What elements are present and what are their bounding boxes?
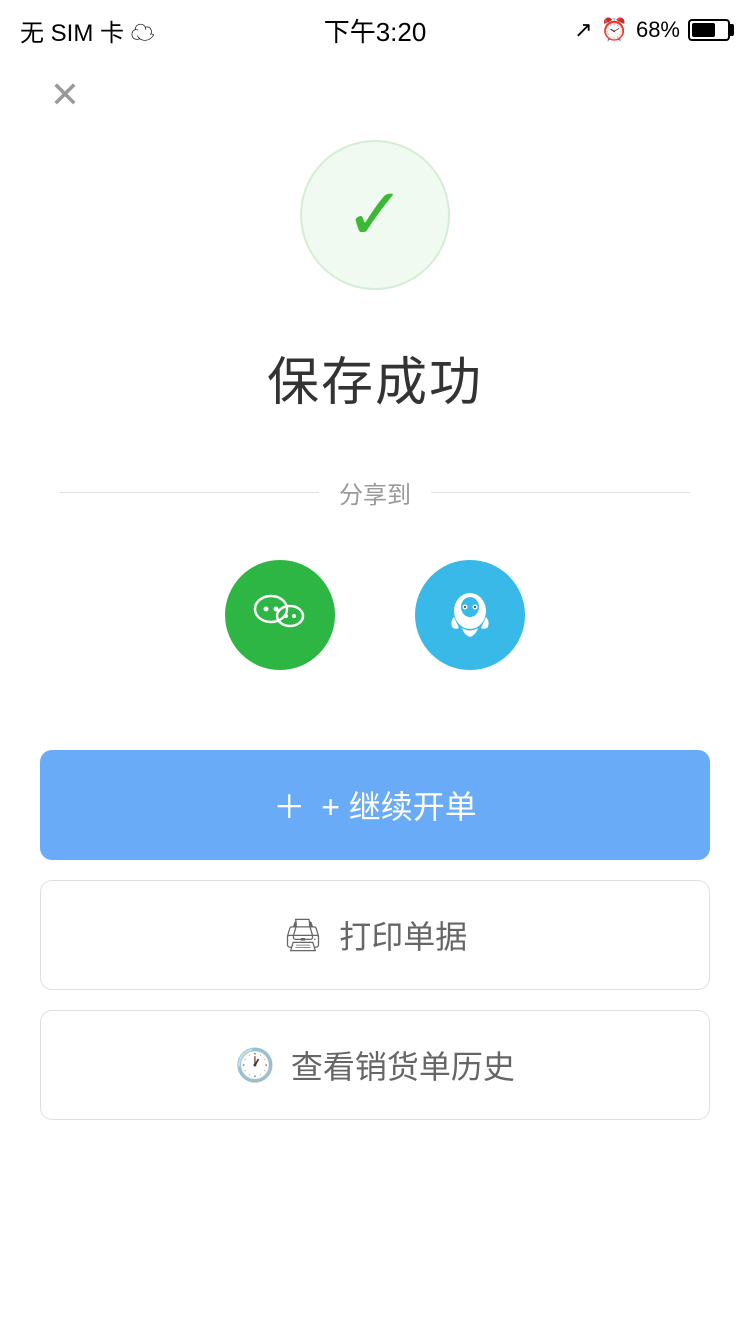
status-right: ↗ ⏰ 68% [574, 17, 730, 43]
status-time: 下午3:20 [324, 12, 427, 49]
close-icon: ✕ [50, 77, 80, 113]
print-receipt-button[interactable]: 🖨 打印单据 [40, 880, 710, 990]
view-history-button[interactable]: 🕐 查看销货单历史 [40, 1010, 710, 1120]
continue-order-label: + 继续开单 [321, 782, 477, 828]
view-history-label: 查看销货单历史 [291, 1042, 515, 1088]
close-button[interactable]: ✕ [40, 70, 90, 120]
wechat-icon [250, 585, 310, 645]
success-title: 保存成功 [267, 340, 483, 415]
checkmark-icon: ✓ [345, 179, 405, 251]
divider-right [431, 492, 690, 493]
plus-icon: ＋ [273, 782, 305, 828]
share-label: 分享到 [319, 475, 431, 510]
divider-left [60, 492, 319, 493]
action-buttons-container: ＋ + 继续开单 🖨 打印单据 🕐 查看销货单历史 [0, 750, 750, 1140]
share-qq-button[interactable] [415, 560, 525, 670]
print-receipt-label: 打印单据 [339, 912, 467, 958]
success-circle: ✓ [300, 140, 450, 290]
share-buttons-container [225, 560, 525, 670]
qq-icon [440, 585, 500, 645]
main-content: ✓ 保存成功 分享到 [0, 60, 750, 1140]
continue-order-button[interactable]: ＋ + 继续开单 [40, 750, 710, 860]
alarm-icon: ⏰ [601, 17, 628, 43]
share-divider: 分享到 [0, 475, 750, 510]
clock-icon: 🕐 [235, 1046, 275, 1084]
location-icon: ↗ [574, 17, 592, 43]
sim-label: 无 SIM 卡 ☁ [20, 13, 155, 48]
battery-icon [688, 19, 730, 41]
share-wechat-button[interactable] [225, 560, 335, 670]
battery-percent: 68% [636, 17, 680, 43]
status-bar: 无 SIM 卡 ☁ 下午3:20 ↗ ⏰ 68% [0, 0, 750, 60]
print-icon: 🖨 [283, 916, 324, 954]
status-left: 无 SIM 卡 ☁ [20, 13, 155, 48]
